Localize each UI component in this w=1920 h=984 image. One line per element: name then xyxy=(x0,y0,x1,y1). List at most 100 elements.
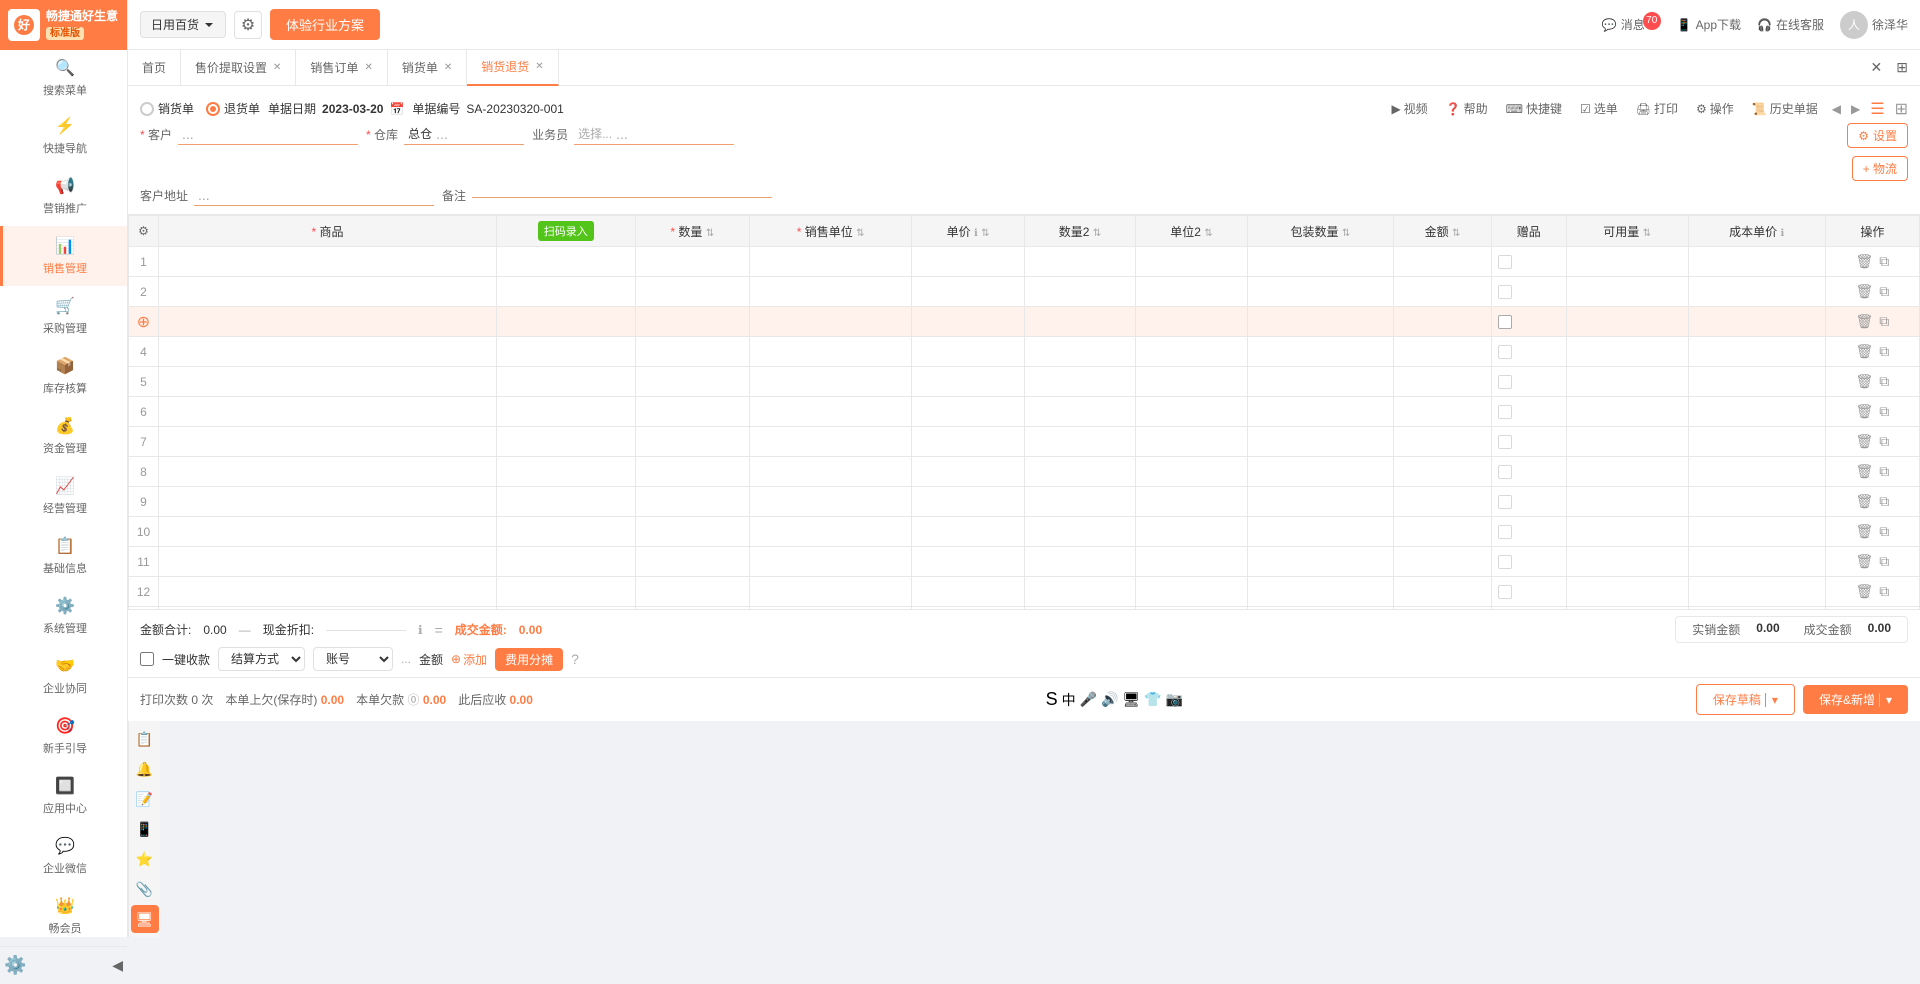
staff-input[interactable]: 选择... ... xyxy=(574,123,734,145)
right-tool-3[interactable]: 📝 xyxy=(131,785,159,813)
gift-cell[interactable] xyxy=(1492,247,1566,277)
amount-cell[interactable] xyxy=(1394,427,1492,457)
tab-sale-price[interactable]: 售价提取设置 ✕ xyxy=(181,50,296,86)
sidebar-item-marketing[interactable]: 📢 营销推广 xyxy=(0,166,127,226)
sidebar-settings-btn[interactable]: ⚙️ xyxy=(4,955,26,976)
qty2-cell[interactable] xyxy=(1024,277,1135,307)
goods-cell[interactable] xyxy=(159,247,497,277)
unit2-cell[interactable] xyxy=(1136,487,1247,517)
goods-cell[interactable] xyxy=(159,427,497,457)
amount-cell[interactable] xyxy=(1394,457,1492,487)
quantity-cell[interactable] xyxy=(635,457,749,487)
quantity-cell[interactable] xyxy=(635,487,749,517)
qty2-cell[interactable] xyxy=(1024,457,1135,487)
delete-row-btn[interactable]: 🗑 xyxy=(1856,343,1874,360)
available-cell[interactable] xyxy=(1566,337,1688,367)
gift-checkbox[interactable] xyxy=(1498,315,1512,329)
sidebar-item-purchase[interactable]: 🛒 采购管理 xyxy=(0,286,127,346)
delete-row-btn[interactable]: 🗑 xyxy=(1856,403,1874,420)
cost-price-cell[interactable] xyxy=(1688,517,1825,547)
calendar-icon[interactable]: 📅 xyxy=(389,102,404,116)
cost-price-cell[interactable] xyxy=(1688,487,1825,517)
gift-cell[interactable] xyxy=(1492,427,1566,457)
unit2-cell[interactable] xyxy=(1136,307,1247,337)
sidebar-item-search[interactable]: 🔍 搜索菜单 xyxy=(0,50,127,106)
gift-checkbox[interactable] xyxy=(1498,465,1512,479)
address-input[interactable]: ... xyxy=(194,185,434,206)
amount-cell[interactable] xyxy=(1394,337,1492,367)
unit-price-cell[interactable] xyxy=(912,487,1024,517)
copy-row-btn[interactable]: ⧉ xyxy=(1879,343,1889,360)
cost-price-cell[interactable] xyxy=(1688,277,1825,307)
print-btn[interactable]: 🖨 打印 xyxy=(1632,98,1682,119)
goods-cell[interactable] xyxy=(159,337,497,367)
right-tool-4[interactable]: 📱 xyxy=(131,815,159,843)
right-tool-1[interactable]: 📋 xyxy=(131,725,159,753)
unit-price-cell[interactable] xyxy=(912,337,1024,367)
available-cell[interactable] xyxy=(1566,457,1688,487)
sidebar-item-sales[interactable]: 📊 销售管理 xyxy=(0,226,127,286)
add-payment-btn[interactable]: ⊕ 添加 xyxy=(451,651,487,668)
gift-checkbox[interactable] xyxy=(1498,285,1512,299)
available-sort-icon[interactable]: ⇅ xyxy=(1643,228,1651,239)
sale-unit-cell[interactable] xyxy=(749,277,911,307)
gift-cell[interactable] xyxy=(1492,337,1566,367)
copy-row-btn[interactable]: ⧉ xyxy=(1879,463,1889,480)
copy-row-btn[interactable]: ⧉ xyxy=(1879,283,1889,300)
save-draft-dropdown-icon[interactable]: ▾ xyxy=(1765,693,1778,707)
amount-cell[interactable] xyxy=(1394,307,1492,337)
pack-qty-cell[interactable] xyxy=(1247,487,1393,517)
unit2-cell[interactable] xyxy=(1136,277,1247,307)
unit2-cell[interactable] xyxy=(1136,427,1247,457)
shirt-icon[interactable]: 👕 xyxy=(1144,691,1161,708)
quantity-cell[interactable] xyxy=(635,517,749,547)
note-input[interactable] xyxy=(472,193,772,198)
tab-close-sale-price[interactable]: ✕ xyxy=(273,62,281,73)
amount-cell[interactable] xyxy=(1394,547,1492,577)
gift-cell[interactable] xyxy=(1492,457,1566,487)
view-list-btn[interactable]: ☰ xyxy=(1870,99,1884,119)
pack-qty-cell[interactable] xyxy=(1247,337,1393,367)
tab-sale-return[interactable]: 销货退货 ✕ xyxy=(467,50,558,86)
gift-checkbox[interactable] xyxy=(1498,435,1512,449)
copy-row-btn[interactable]: ⧉ xyxy=(1879,553,1889,570)
experience-btn[interactable]: 体验行业方案 xyxy=(270,9,380,40)
scan-btn[interactable]: 扫码录入 xyxy=(538,221,594,241)
quantity-cell[interactable] xyxy=(635,547,749,577)
unit2-cell[interactable] xyxy=(1136,367,1247,397)
pack-qty-cell[interactable] xyxy=(1247,547,1393,577)
copy-row-btn[interactable]: ⧉ xyxy=(1879,403,1889,420)
sale-unit-cell[interactable] xyxy=(749,427,911,457)
qty2-cell[interactable] xyxy=(1024,427,1135,457)
available-cell[interactable] xyxy=(1566,547,1688,577)
pack-qty-cell[interactable] xyxy=(1247,427,1393,457)
goods-cell[interactable] xyxy=(159,367,497,397)
cost-price-cell[interactable] xyxy=(1688,337,1825,367)
gift-checkbox[interactable] xyxy=(1498,585,1512,599)
gift-checkbox[interactable] xyxy=(1498,525,1512,539)
help-btn[interactable]: ❓ 帮助 xyxy=(1442,98,1492,119)
unit2-cell[interactable] xyxy=(1136,397,1247,427)
delete-row-btn[interactable]: 🗑 xyxy=(1856,373,1874,390)
tab-menu-btn[interactable]: ⊞ xyxy=(1892,55,1912,80)
quantity-cell[interactable] xyxy=(635,337,749,367)
pack-qty-cell[interactable] xyxy=(1247,577,1393,607)
quantity-cell[interactable] xyxy=(635,307,749,337)
copy-row-btn[interactable]: ⧉ xyxy=(1879,433,1889,450)
tab-close-sale-order[interactable]: ✕ xyxy=(364,62,372,73)
qty2-cell[interactable] xyxy=(1024,487,1135,517)
gift-checkbox[interactable] xyxy=(1498,345,1512,359)
delete-row-btn[interactable]: 🗑 xyxy=(1856,523,1874,540)
cost-price-cell[interactable] xyxy=(1688,247,1825,277)
sidebar-item-shortcuts[interactable]: ⚡ 快捷导航 xyxy=(0,106,127,166)
amount-cell[interactable] xyxy=(1394,397,1492,427)
unit2-cell[interactable] xyxy=(1136,517,1247,547)
sale-unit-sort-icon[interactable]: ⇅ xyxy=(856,228,864,239)
cost-price-info-icon[interactable]: ℹ xyxy=(1781,228,1785,239)
delete-row-btn[interactable]: 🗑 xyxy=(1856,283,1874,300)
cost-price-cell[interactable] xyxy=(1688,307,1825,337)
warehouse-input[interactable]: 总仓 ... xyxy=(404,123,524,145)
sale-unit-cell[interactable] xyxy=(749,397,911,427)
goods-cell[interactable] xyxy=(159,307,497,337)
unit-price-cell[interactable] xyxy=(912,517,1024,547)
